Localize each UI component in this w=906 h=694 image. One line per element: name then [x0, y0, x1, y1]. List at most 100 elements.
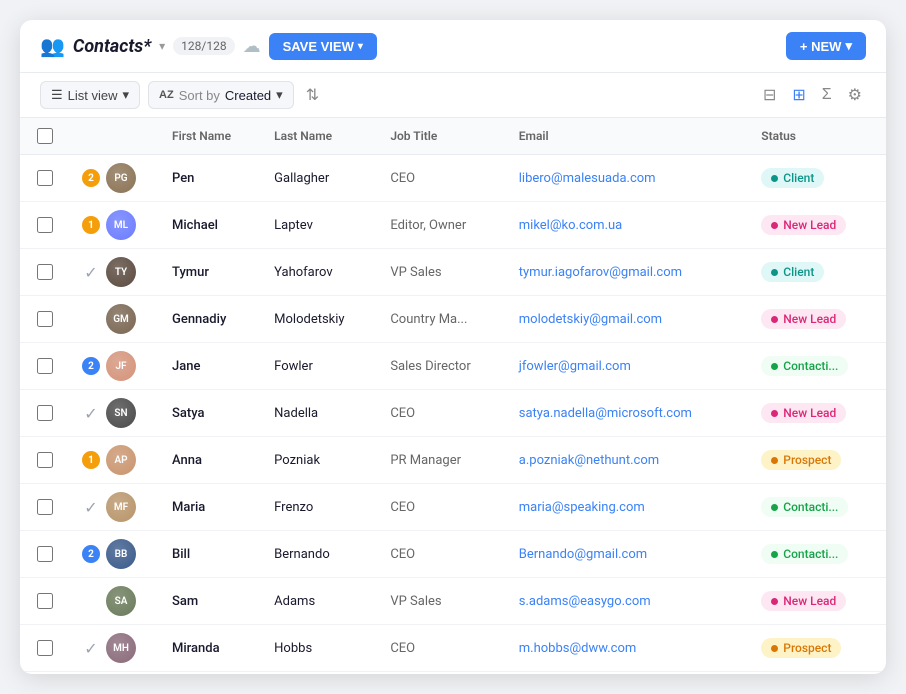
notification-badge: 2	[82, 357, 100, 375]
cell-job-title: CEO	[378, 155, 506, 202]
email-link[interactable]: a.pozniak@nethunt.com	[519, 453, 659, 468]
cell-email[interactable]: jfowler@gmail.com	[507, 343, 750, 390]
list-view-button[interactable]: ☰ List view ▾	[40, 81, 140, 109]
avatar: AP	[106, 445, 136, 475]
badge-spacer: ✓	[82, 639, 100, 658]
cell-status: New Lead	[749, 390, 886, 437]
row-checkbox-cell	[20, 202, 70, 249]
row-checkbox-cell	[20, 343, 70, 390]
table-header-row: First Name Last Name Job Title Email Sta…	[20, 118, 886, 155]
row-checkbox[interactable]	[37, 499, 53, 515]
list-view-chevron-icon: ▾	[123, 87, 130, 103]
row-checkbox[interactable]	[37, 452, 53, 468]
row-indicator-cell: ✓MF	[70, 484, 160, 531]
title-chevron-icon[interactable]: ▾	[159, 39, 165, 53]
cell-first-name: Jane	[160, 343, 262, 390]
row-checkbox[interactable]	[37, 311, 53, 327]
email-link[interactable]: satya.nadella@microsoft.com	[519, 406, 692, 421]
row-indicator-cell: ✓TY	[70, 249, 160, 296]
save-view-button[interactable]: SAVE VIEW ▾	[269, 33, 377, 60]
status-badge: New Lead	[761, 215, 846, 235]
status-label: Client	[783, 265, 814, 279]
email-link[interactable]: m.hobbs@dww.com	[519, 641, 637, 656]
status-label: Contacti...	[783, 500, 838, 514]
status-badge: Prospect	[761, 450, 841, 470]
status-dot	[771, 222, 778, 229]
new-button[interactable]: + NEW ▾	[786, 32, 866, 60]
status-badge: Client	[761, 262, 824, 282]
email-link[interactable]: libero@malesuada.com	[519, 171, 656, 186]
email-link[interactable]: molodetskiy@gmail.com	[519, 312, 662, 327]
email-link[interactable]: maria@speaking.com	[519, 500, 645, 515]
notification-badge: 2	[82, 545, 100, 563]
row-checkbox[interactable]	[37, 593, 53, 609]
table-container: First Name Last Name Job Title Email Sta…	[20, 118, 886, 672]
sigma-icon-button[interactable]: Σ	[818, 82, 836, 108]
email-link[interactable]: tymur.iagofarov@gmail.com	[519, 265, 682, 280]
cell-status: New Lead	[749, 296, 886, 343]
cell-job-title: CEO	[378, 625, 506, 672]
avatar: GM	[106, 304, 136, 334]
cell-email[interactable]: molodetskiy@gmail.com	[507, 296, 750, 343]
email-link[interactable]: mikel@ko.com.ua	[519, 218, 622, 233]
row-checkbox[interactable]	[37, 546, 53, 562]
settings-icon-button[interactable]: ⚙	[844, 81, 866, 109]
email-link[interactable]: s.adams@easygo.com	[519, 594, 651, 609]
row-checkbox[interactable]	[37, 405, 53, 421]
save-view-chevron-icon: ▾	[358, 41, 363, 52]
row-indicator-cell: 1AP	[70, 437, 160, 484]
table-row: ✓TYTymurYahofarovVP Salestymur.iagofarov…	[20, 249, 886, 296]
cell-email[interactable]: a.pozniak@nethunt.com	[507, 437, 750, 484]
notification-badge: 2	[82, 169, 100, 187]
email-link[interactable]: jfowler@gmail.com	[519, 359, 631, 374]
cell-email[interactable]: satya.nadella@microsoft.com	[507, 390, 750, 437]
check-circle-icon: ✓	[84, 639, 97, 658]
select-all-checkbox[interactable]	[37, 128, 53, 144]
sort-az-icon: AZ	[159, 89, 174, 101]
row-checkbox[interactable]	[37, 217, 53, 233]
status-dot	[771, 457, 778, 464]
cell-status: Contacti...	[749, 531, 886, 578]
col-email: Email	[507, 118, 750, 155]
status-dot	[771, 598, 778, 605]
cell-email[interactable]: libero@malesuada.com	[507, 155, 750, 202]
status-badge: Client	[761, 168, 824, 188]
cell-last-name: Fowler	[262, 343, 378, 390]
cell-job-title: VP Sales	[378, 249, 506, 296]
header: 👥 Contacts* ▾ 128/128 ☁ SAVE VIEW ▾ + NE…	[20, 20, 886, 73]
status-badge: Prospect	[761, 638, 841, 658]
cell-last-name: Nadella	[262, 390, 378, 437]
row-checkbox[interactable]	[37, 264, 53, 280]
cell-status: Contacti...	[749, 484, 886, 531]
filter-lines-button[interactable]: ⇅	[302, 81, 323, 109]
row-checkbox[interactable]	[37, 358, 53, 374]
sort-button[interactable]: AZ Sort by Created ▾	[148, 81, 294, 109]
status-label: Contacti...	[783, 359, 838, 373]
row-checkbox[interactable]	[37, 170, 53, 186]
avatar: ML	[106, 210, 136, 240]
filter-icon-button[interactable]: ⊟	[759, 81, 780, 109]
cell-email[interactable]: Bernando@gmail.com	[507, 531, 750, 578]
row-checkbox-cell	[20, 155, 70, 202]
cell-email[interactable]: m.hobbs@dww.com	[507, 625, 750, 672]
status-dot	[771, 551, 778, 558]
table-row: ✓MFMariaFrenzoCEOmaria@speaking.comConta…	[20, 484, 886, 531]
status-dot	[771, 504, 778, 511]
email-link[interactable]: Bernando@gmail.com	[519, 547, 647, 562]
cell-email[interactable]: mikel@ko.com.ua	[507, 202, 750, 249]
row-indicator-cell: ✓MH	[70, 625, 160, 672]
table-row: 2PGPenGallagherCEOlibero@malesuada.comCl…	[20, 155, 886, 202]
cell-email[interactable]: s.adams@easygo.com	[507, 578, 750, 625]
cell-email[interactable]: tymur.iagofarov@gmail.com	[507, 249, 750, 296]
row-indicator-cell: GM	[70, 296, 160, 343]
cell-first-name: Anna	[160, 437, 262, 484]
cell-last-name: Bernando	[262, 531, 378, 578]
columns-icon-button[interactable]: ⊞	[788, 81, 809, 109]
cell-last-name: Hobbs	[262, 625, 378, 672]
check-circle-icon: ✓	[84, 263, 97, 282]
row-checkbox-cell	[20, 625, 70, 672]
cell-email[interactable]: maria@speaking.com	[507, 484, 750, 531]
row-checkbox-cell	[20, 390, 70, 437]
status-badge: New Lead	[761, 591, 846, 611]
avatar: PG	[106, 163, 136, 193]
